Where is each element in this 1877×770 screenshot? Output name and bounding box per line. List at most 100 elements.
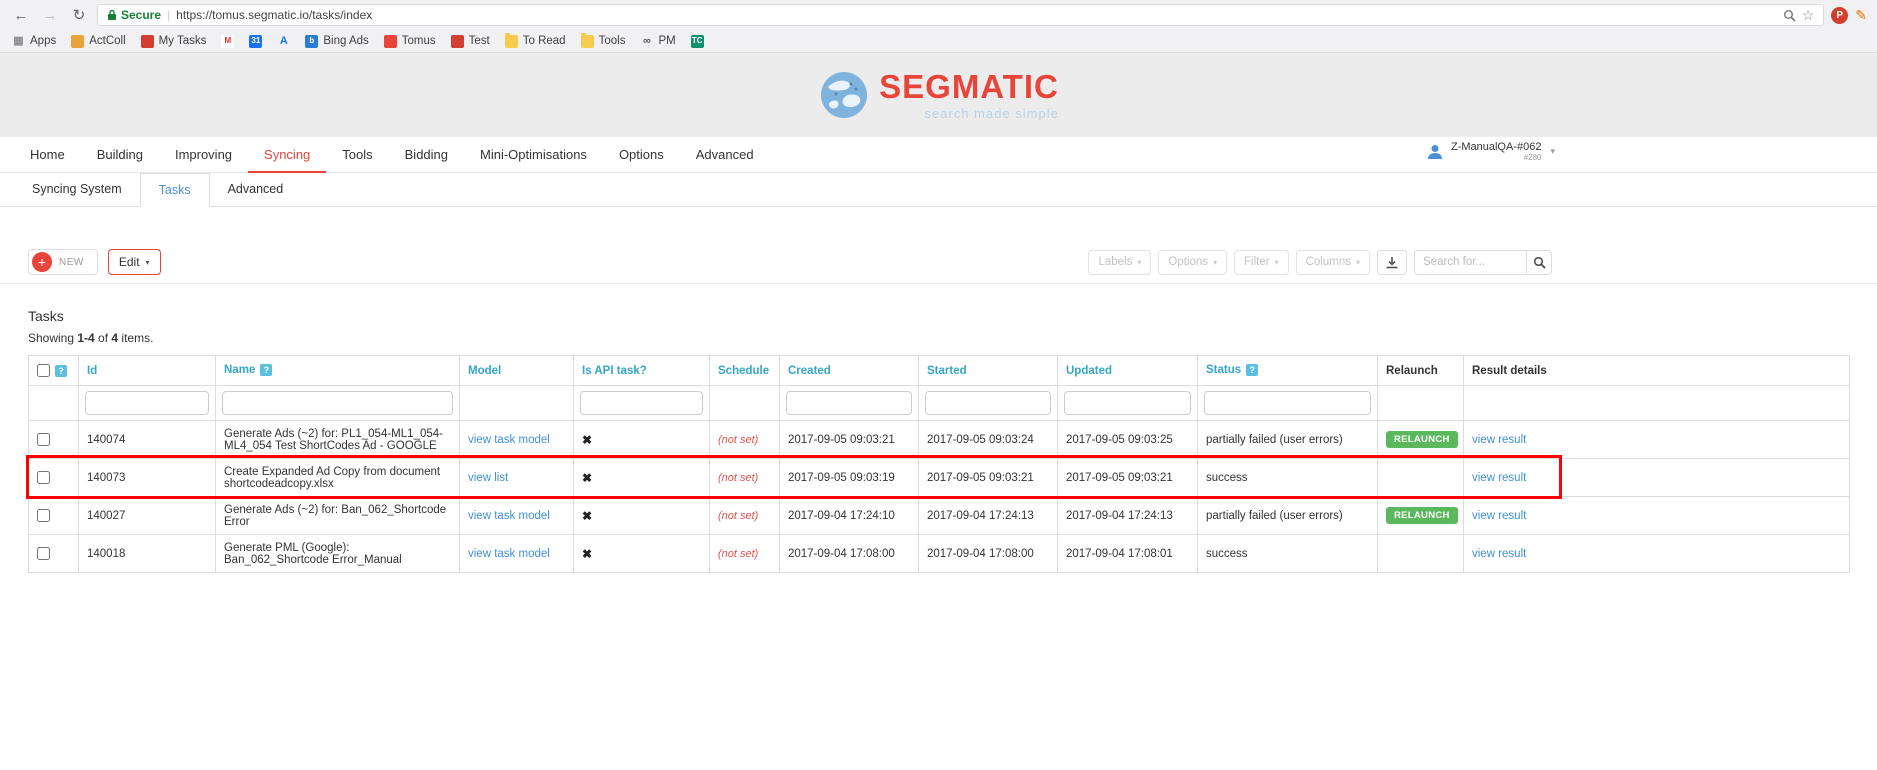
x-mark-icon: ✖	[582, 432, 593, 447]
column-header-created[interactable]: Created	[779, 355, 919, 386]
column-header-status[interactable]: Status?	[1197, 355, 1378, 386]
filter-input-is-api-task[interactable]	[580, 391, 703, 415]
extension-pencil-icon[interactable]: ✎	[1855, 7, 1867, 24]
bookmark-to-read[interactable]: To Read	[504, 32, 566, 48]
bookmark-apps[interactable]: ▦ Apps	[12, 35, 56, 48]
search-input[interactable]	[1414, 249, 1526, 275]
model-link[interactable]: view task model	[468, 510, 550, 522]
bookmark-gmail-icon[interactable]: M	[221, 34, 235, 48]
bookmark-bing-ads[interactable]: b Bing Ads	[305, 34, 369, 48]
select-all-checkbox[interactable]	[37, 364, 50, 377]
help-icon[interactable]: ?	[55, 364, 67, 377]
column-label[interactable]: Updated	[1066, 365, 1112, 377]
view-result-link[interactable]: view result	[1472, 548, 1526, 560]
help-icon[interactable]: ?	[1246, 364, 1259, 377]
tomus-icon	[383, 34, 397, 48]
row-checkbox[interactable]	[37, 433, 50, 446]
forward-button[interactable]: →	[39, 7, 61, 24]
bookmark-tomus[interactable]: Tomus	[383, 34, 436, 48]
column-header-is-api-task[interactable]: Is API task?	[573, 355, 710, 386]
bookmark-actcoll[interactable]: ActColl	[71, 34, 126, 48]
filter-input-created[interactable]	[786, 391, 912, 415]
row-checkbox[interactable]	[37, 547, 50, 560]
filter-input-updated[interactable]	[1064, 391, 1191, 415]
nav-item-advanced[interactable]: Advanced	[680, 137, 770, 173]
export-button[interactable]	[1377, 249, 1407, 275]
column-label[interactable]: Created	[788, 365, 831, 377]
nav-item-home[interactable]: Home	[14, 137, 81, 173]
column-header-name[interactable]: Name?	[215, 355, 460, 386]
row-checkbox[interactable]	[37, 471, 50, 484]
nav-item-bidding[interactable]: Bidding	[389, 137, 464, 173]
subnav-item-tasks[interactable]: Tasks	[139, 173, 210, 207]
options-dropdown-button[interactable]: Options ▾	[1158, 249, 1228, 275]
view-result-link[interactable]: view result	[1472, 472, 1526, 484]
extension-p-icon[interactable]: P	[1831, 6, 1849, 24]
segmatic-logo[interactable]: SEGMATIC search made simple	[818, 69, 1059, 121]
bookmark-calendar-icon[interactable]: 31	[249, 34, 263, 48]
view-result-link[interactable]: view result	[1472, 510, 1526, 522]
column-header-started[interactable]: Started	[918, 355, 1058, 386]
subnav-items: Syncing System Tasks Advanced	[14, 173, 302, 207]
bookmark-pm[interactable]: ∞ PM	[640, 35, 676, 48]
filter-input-status[interactable]	[1204, 391, 1371, 415]
secure-indicator[interactable]: Secure	[107, 8, 161, 22]
column-label[interactable]: Is API task?	[582, 365, 647, 377]
brand-tagline: search made simple	[924, 105, 1059, 121]
column-header-updated[interactable]: Updated	[1057, 355, 1198, 386]
filter-dropdown-button[interactable]: Filter ▾	[1234, 249, 1289, 275]
edit-dropdown-button[interactable]: Edit ▾	[107, 249, 161, 275]
model-link[interactable]: view task model	[468, 548, 550, 560]
columns-dropdown-button[interactable]: Columns ▾	[1295, 249, 1370, 275]
bookmark-my-tasks[interactable]: My Tasks	[140, 34, 206, 48]
address-bar[interactable]: Secure | https://tomus.segmatic.io/tasks…	[97, 4, 1825, 26]
column-label[interactable]: Schedule	[718, 365, 769, 377]
relaunch-cell: RELAUNCH	[1377, 420, 1464, 459]
bookmark-star-icon[interactable]: ☆	[1802, 7, 1815, 24]
column-label[interactable]: Started	[927, 365, 967, 377]
bookmark-test[interactable]: Test	[450, 34, 490, 48]
filter-input-id[interactable]	[85, 391, 209, 415]
nav-item-options[interactable]: Options	[603, 137, 680, 173]
gmail-icon: M	[221, 34, 235, 48]
id-cell: 140074	[78, 420, 216, 459]
caret-down-icon: ▾	[1550, 146, 1555, 156]
filter-input-name[interactable]	[222, 391, 453, 415]
row-checkbox[interactable]	[37, 509, 50, 522]
bookmark-tc-icon[interactable]: TC	[690, 34, 704, 48]
new-button[interactable]: + NEW	[28, 249, 98, 275]
column-header-model[interactable]: Model	[459, 355, 574, 386]
nav-item-improving[interactable]: Improving	[159, 137, 248, 173]
subnav-item-syncing-system[interactable]: Syncing System	[14, 173, 140, 207]
user-menu[interactable]: Z-ManualQA-#062 #280 ▾	[1425, 141, 1555, 162]
help-icon[interactable]: ?	[260, 364, 273, 377]
view-result-link[interactable]: view result	[1472, 434, 1526, 446]
relaunch-cell	[1377, 534, 1464, 573]
column-label[interactable]: Id	[87, 365, 97, 377]
search-button[interactable]	[1526, 249, 1552, 275]
filter-input-started[interactable]	[925, 391, 1051, 415]
column-header-schedule[interactable]: Schedule	[709, 355, 780, 386]
back-button[interactable]: ←	[10, 7, 32, 24]
refresh-button[interactable]: ↻	[68, 6, 90, 24]
model-link[interactable]: view list	[468, 472, 508, 484]
actcoll-icon	[71, 34, 85, 48]
column-label[interactable]: Model	[468, 365, 501, 377]
column-label[interactable]: Status	[1206, 365, 1241, 377]
zoom-icon[interactable]	[1783, 9, 1796, 22]
column-label[interactable]: Name	[224, 365, 255, 377]
status-cell: success	[1197, 458, 1378, 497]
nav-item-mini-optimisations[interactable]: Mini-Optimisations	[464, 137, 603, 173]
column-header-id[interactable]: Id	[78, 355, 216, 386]
labels-dropdown-button[interactable]: Labels ▾	[1088, 249, 1152, 275]
relaunch-button[interactable]: RELAUNCH	[1386, 431, 1458, 448]
relaunch-button[interactable]: RELAUNCH	[1386, 507, 1458, 524]
nav-item-building[interactable]: Building	[81, 137, 159, 173]
bookmark-tools[interactable]: Tools	[580, 32, 625, 48]
subnav-item-advanced[interactable]: Advanced	[210, 173, 302, 207]
bookmark-analytics-icon[interactable]: A	[277, 35, 290, 48]
model-link[interactable]: view task model	[468, 434, 550, 446]
nav-item-tools[interactable]: Tools	[326, 137, 388, 173]
column-header-select[interactable]: ?	[28, 355, 79, 386]
nav-item-syncing[interactable]: Syncing	[248, 137, 327, 173]
